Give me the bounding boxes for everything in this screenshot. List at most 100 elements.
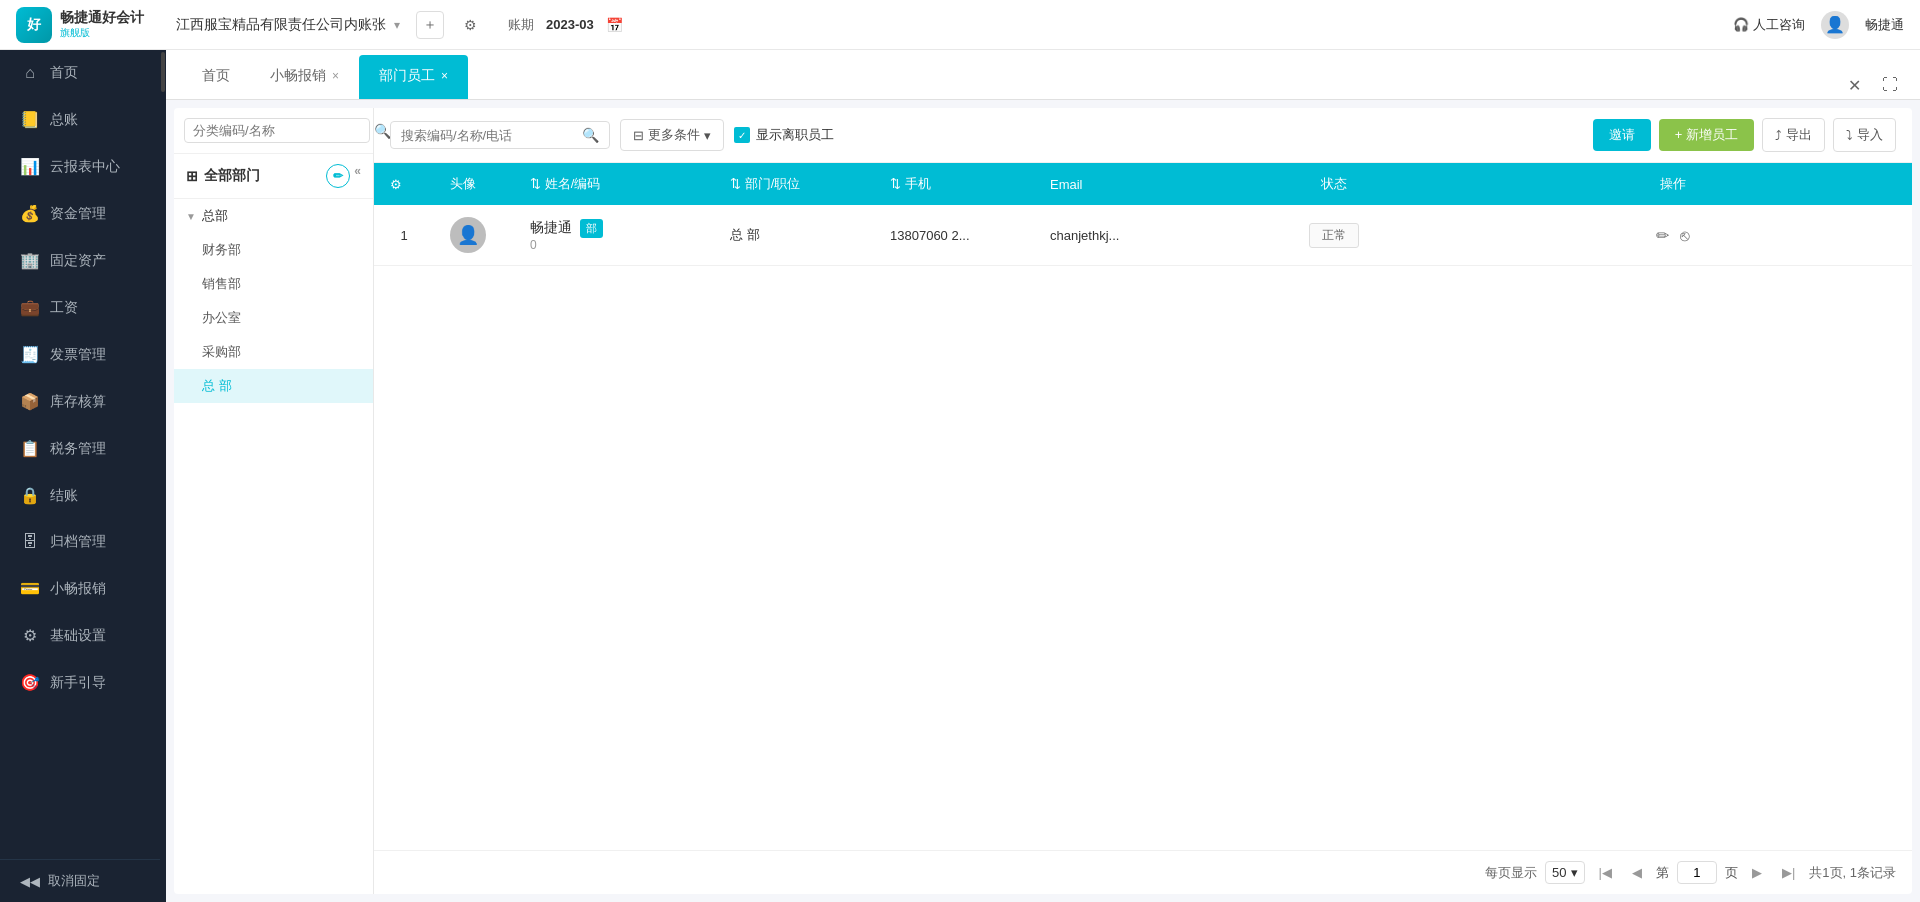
- more-filter-button[interactable]: ⊟ 更多条件 ▾: [620, 119, 724, 151]
- collapse-button[interactable]: «: [354, 164, 361, 188]
- edit-employee-button[interactable]: ✏: [1656, 227, 1669, 244]
- dept-item-bangongshi[interactable]: 办公室: [174, 301, 373, 335]
- sidebar-label-ledger: 总账: [50, 111, 78, 129]
- col-avatar: 头像: [434, 163, 514, 205]
- dept-caiwubu-label: 财务部: [202, 242, 241, 257]
- dept-xiaoshoubu-label: 销售部: [202, 276, 241, 291]
- add-employee-button[interactable]: + 新增员工: [1659, 119, 1754, 151]
- col-settings[interactable]: ⚙: [374, 163, 434, 205]
- col-name[interactable]: ⇅ 姓名/编码: [514, 163, 714, 205]
- calendar-icon[interactable]: 📅: [606, 17, 623, 33]
- employee-toolbar: 🔍 ⊟ 更多条件 ▾ ✓ 显示离职员工 邀请 + 新增员工: [374, 108, 1912, 163]
- sidebar-item-salary[interactable]: 💼 工资: [0, 284, 160, 331]
- employee-table-container: ⚙ 头像 ⇅ 姓名/编码 ⇅ 部门/职位 ⇅ 手机: [374, 163, 1912, 850]
- sidebar-scroll-thumb: [161, 52, 165, 92]
- dept-item-caigoubu[interactable]: 采购部: [174, 335, 373, 369]
- sidebar-item-reports[interactable]: 📊 云报表中心: [0, 143, 160, 190]
- sidebar-item-home[interactable]: ⌂ 首页: [0, 50, 160, 96]
- tab-bumen-close[interactable]: ×: [441, 69, 448, 83]
- logo-icon: 好: [16, 7, 52, 43]
- per-page-dropdown-icon: ▾: [1571, 865, 1578, 880]
- col-phone[interactable]: ⇅ 手机: [874, 163, 1034, 205]
- import-button[interactable]: ⤵ 导入: [1833, 118, 1896, 152]
- sidebar-item-ledger[interactable]: 📒 总账: [0, 96, 160, 143]
- dept-zongbu-label: 总部: [202, 207, 228, 225]
- sidebar-item-funds[interactable]: 💰 资金管理: [0, 190, 160, 237]
- table-footer: 每页显示 50 ▾ |◀ ◀ 第 页 ▶ ▶| 共1页, 1条记录: [374, 850, 1912, 894]
- dept-item-zongbu-sub[interactable]: 总 部: [174, 369, 373, 403]
- sidebar-item-guide[interactable]: 🎯 新手引导: [0, 659, 160, 706]
- archive-icon: 🗄: [20, 533, 40, 551]
- ledger-icon: 📒: [20, 110, 40, 129]
- tab-home-label: 首页: [202, 67, 230, 85]
- company-dropdown-icon[interactable]: ▾: [394, 18, 400, 32]
- sidebar-label-archive: 归档管理: [50, 533, 106, 551]
- dept-panel: 🔍 ⊞ 全部部门 ✏ « ▼ 总部: [174, 108, 374, 894]
- filter-dropdown-icon: ▾: [704, 128, 711, 143]
- page-number-input[interactable]: [1677, 861, 1717, 884]
- next-page-button[interactable]: ▶: [1746, 863, 1768, 882]
- settings-icon[interactable]: ⚙: [456, 11, 484, 39]
- logout-employee-button[interactable]: ⎋: [1680, 227, 1690, 244]
- toolbar-right: 邀请 + 新增员工 ⤴ 导出 ⤵ 导入: [1593, 118, 1896, 152]
- row-phone: 13807060 2...: [874, 205, 1034, 266]
- support-button[interactable]: 🎧 人工咨询: [1733, 16, 1805, 34]
- user-name: 畅捷通: [1865, 16, 1904, 34]
- sidebar-label-funds: 资金管理: [50, 205, 106, 223]
- page-label: 页: [1725, 864, 1738, 882]
- row-index: 1: [374, 205, 434, 266]
- sidebar-item-assets[interactable]: 🏢 固定资产: [0, 237, 160, 284]
- tab-bumenyuangong[interactable]: 部门员工 ×: [359, 55, 468, 99]
- sidebar-item-settings[interactable]: ⚙ 基础设置: [0, 612, 160, 659]
- invite-button[interactable]: 邀请: [1593, 119, 1651, 151]
- employee-area: 🔍 ⊟ 更多条件 ▾ ✓ 显示离职员工 邀请 + 新增员工: [374, 108, 1912, 894]
- row-actions: ✏ ⎋: [1434, 205, 1912, 266]
- sidebar-item-xiaochang[interactable]: 💳 小畅报销: [0, 565, 160, 612]
- tab-xiaochang-close[interactable]: ×: [332, 69, 339, 83]
- expand-tab-button[interactable]: ⛶: [1876, 71, 1904, 99]
- dept-search-input[interactable]: [184, 118, 370, 143]
- import-label: 导入: [1857, 126, 1883, 144]
- per-page-select[interactable]: 50 ▾: [1545, 861, 1584, 884]
- period-label: 账期: [508, 16, 534, 34]
- sidebar-item-close[interactable]: 🔒 结账: [0, 472, 160, 519]
- sidebar-scrollbar[interactable]: [160, 50, 166, 902]
- tab-xiaochangbaoxiao[interactable]: 小畅报销 ×: [250, 55, 359, 99]
- logo-text-block: 畅捷通好会计 旗舰版: [60, 9, 144, 40]
- col-email: Email: [1034, 163, 1234, 205]
- export-button[interactable]: ⤴ 导出: [1762, 118, 1825, 152]
- tab-home[interactable]: 首页: [182, 55, 250, 99]
- dept-zongbu-sub-label: 总 部: [202, 378, 232, 393]
- close-tab-button[interactable]: ✕: [1840, 71, 1868, 99]
- import-icon: ⤵: [1846, 128, 1853, 143]
- sidebar-item-archive[interactable]: 🗄 归档管理: [0, 519, 160, 565]
- dept-item-caiwubu[interactable]: 财务部: [174, 233, 373, 267]
- add-tab-button[interactable]: ＋: [416, 11, 444, 39]
- dept-item-xiaoshoubu[interactable]: 销售部: [174, 267, 373, 301]
- employee-search-input[interactable]: [401, 128, 582, 143]
- show-resigned-checkbox[interactable]: ✓: [734, 127, 750, 143]
- last-page-button[interactable]: ▶|: [1776, 863, 1801, 882]
- prev-page-button[interactable]: ◀: [1626, 863, 1648, 882]
- logo-area: 好 畅捷通好会计 旗舰版: [16, 7, 176, 43]
- home-icon: ⌂: [20, 64, 40, 82]
- employee-name: 畅捷通: [530, 219, 572, 237]
- add-dept-button[interactable]: ✏: [326, 164, 350, 188]
- first-page-button[interactable]: |◀: [1593, 863, 1618, 882]
- sidebar-item-invoice[interactable]: 🧾 发票管理: [0, 331, 160, 378]
- per-page-value: 50: [1552, 865, 1566, 880]
- page-content: 🔍 ⊞ 全部部门 ✏ « ▼ 总部: [174, 108, 1912, 894]
- cancel-fixed-label: 取消固定: [48, 872, 100, 890]
- sidebar-item-inventory[interactable]: 📦 库存核算: [0, 378, 160, 425]
- per-page-label: 每页显示: [1485, 864, 1537, 882]
- show-resigned-toggle[interactable]: ✓ 显示离职员工: [734, 126, 834, 144]
- dept-item-zongbu[interactable]: ▼ 总部: [174, 199, 373, 233]
- tree-arrow-icon: ▼: [186, 211, 196, 222]
- dept-header-left: ⊞ 全部部门: [186, 167, 260, 185]
- employee-search-icon[interactable]: 🔍: [582, 127, 599, 143]
- col-dept[interactable]: ⇅ 部门/职位: [714, 163, 874, 205]
- sidebar-item-tax[interactable]: 📋 税务管理: [0, 425, 160, 472]
- status-badge: 正常: [1309, 223, 1359, 248]
- cancel-fixed-button[interactable]: ◀◀ 取消固定: [0, 859, 160, 902]
- table-row: 1 👤 畅捷通 部 0: [374, 205, 1912, 266]
